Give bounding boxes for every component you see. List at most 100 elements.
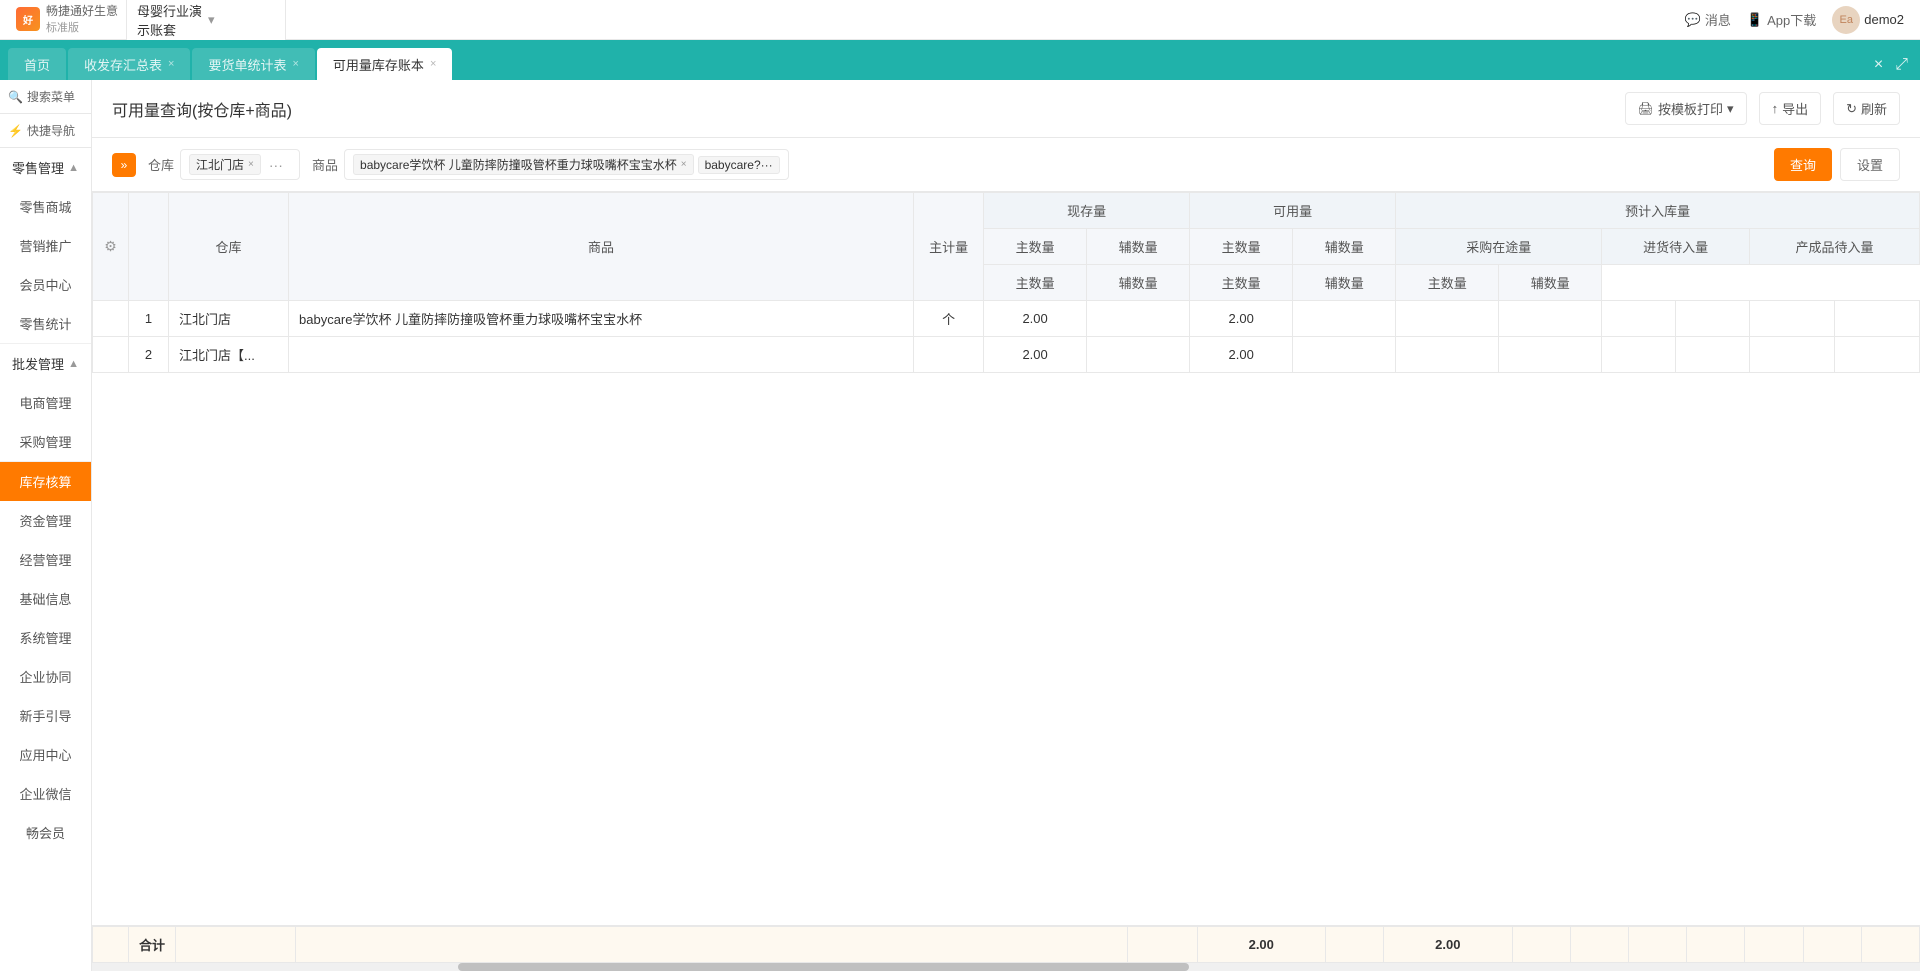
th-main-unit: 主计量 (914, 193, 984, 301)
refresh-btn[interactable]: ↻ 刷新 (1833, 92, 1900, 125)
message-action[interactable]: 💬 消息 (1685, 10, 1731, 29)
template-print-btn[interactable]: 🖨 按模板打印 ▾ (1625, 92, 1747, 125)
cell-goods-aux (1676, 337, 1750, 373)
sidebar-item-retail-mall[interactable]: 零售商城 (0, 187, 91, 226)
footer-table: 合计 2.00 2.00 (92, 926, 1920, 963)
template-print-label: 按模板打印 (1658, 99, 1723, 118)
footer-finished-main (1803, 927, 1861, 963)
sidebar-item-basic-info[interactable]: 基础信息 (0, 579, 91, 618)
sidebar-item-ops-mgmt[interactable]: 经营管理 (0, 540, 91, 579)
th-stock-aux: 辅数量 (1087, 229, 1190, 265)
sidebar-item-member-center[interactable]: 会员中心 (0, 265, 91, 304)
sidebar-item-purchase-mgmt[interactable]: 采购管理 (0, 422, 91, 461)
sidebar-item-app-center[interactable]: 应用中心 (0, 735, 91, 774)
sidebar-item-sys-mgmt[interactable]: 系统管理 (0, 618, 91, 657)
avatar-initials: Ea (1840, 14, 1853, 26)
cell-warehouse: 江北门店【... (169, 337, 289, 373)
avatar: Ea (1832, 6, 1860, 34)
user-profile[interactable]: Ea demo2 (1832, 6, 1904, 34)
export-label: 导出 (1782, 99, 1808, 118)
filter-actions: 查询 设置 (1774, 148, 1900, 181)
sidebar-item-new-guide[interactable]: 新手引导 (0, 696, 91, 735)
export-btn[interactable]: ↑ 导出 (1759, 92, 1822, 125)
tab-order-close-icon[interactable]: × (292, 58, 298, 70)
filter-product-value2: babycare?··· (705, 158, 773, 172)
cell-rownum: 2 (129, 337, 169, 373)
cell-rownum: 1 (129, 301, 169, 337)
sidebar-item-vip-member[interactable]: 畅会员 (0, 813, 91, 852)
cell-purchase-main (1396, 301, 1499, 337)
th-rownum (129, 193, 169, 301)
sidebar-item-enterprise-collab[interactable]: 企业协同 (0, 657, 91, 696)
th-settings[interactable]: ⚙ (93, 193, 129, 301)
app-download-icon: 📱 (1747, 12, 1763, 28)
expand-tabs-btn[interactable]: ⤢ (1891, 54, 1912, 76)
sidebar-group-wholesale: 批发管理 ▲ 电商管理 采购管理 (0, 344, 91, 462)
settings-btn[interactable]: 设置 (1840, 148, 1900, 181)
footer-avail-main: 2.00 (1384, 927, 1512, 963)
tab-home-label: 首页 (24, 55, 50, 74)
footer-purchase-aux (1628, 927, 1686, 963)
th-finished-main: 主数量 (1396, 265, 1499, 301)
table-row: 2江北门店【...2.002.00 (93, 337, 1920, 373)
sidebar-quicknav-label: 快捷导航 (27, 122, 75, 139)
sidebar-group-retail-label: 零售管理 (12, 158, 64, 177)
table-row: 1江北门店babycare学饮杯 儿童防摔防撞吸管杯重力球吸嘴杯宝宝水杯个2.0… (93, 301, 1920, 337)
sidebar-search[interactable]: 🔍 搜索菜单 (0, 80, 91, 114)
sidebar-item-finance-mgmt[interactable]: 资金管理 (0, 501, 91, 540)
chevron-down-icon: ▾ (208, 12, 275, 28)
filter-product1-remove-icon[interactable]: × (681, 159, 687, 170)
cell-goods-main (1602, 337, 1676, 373)
horizontal-scrollbar[interactable] (92, 963, 1920, 971)
user-name: demo2 (1864, 12, 1904, 27)
tab-order-summary[interactable]: 要货单统计表 × (192, 48, 314, 80)
th-finished-pending: 产成品待入量 (1749, 229, 1919, 265)
sidebar-item-ecommerce[interactable]: 电商管理 (0, 383, 91, 422)
footer-cell-unit (1127, 927, 1197, 963)
scroll-thumb[interactable] (458, 963, 1189, 971)
table-settings-icon[interactable]: ⚙ (104, 238, 117, 254)
filter-product-input[interactable]: babycare学饮杯 儿童防摔防撞吸管杯重力球吸嘴杯宝宝水杯 × babyca… (344, 149, 789, 180)
top-bar-right: 💬 消息 📱 App下载 Ea demo2 (1685, 6, 1904, 34)
tab-order-label: 要货单统计表 (208, 55, 286, 74)
query-btn[interactable]: 查询 (1774, 148, 1832, 181)
tab-available-close-icon[interactable]: × (430, 58, 436, 70)
sidebar-item-enterprise-wechat[interactable]: 企业微信 (0, 774, 91, 813)
tenant-selector[interactable]: 母婴行业演示账套 ▾ (126, 0, 286, 44)
sidebar-item-retail-stats[interactable]: 零售统计 (0, 304, 91, 343)
sidebar-group-retail-header[interactable]: 零售管理 ▲ (0, 148, 91, 187)
app-download-action[interactable]: 📱 App下载 (1747, 10, 1816, 29)
tab-receipt-close-icon[interactable]: × (168, 58, 174, 70)
filter-warehouse-more-icon[interactable]: ··· (269, 157, 283, 173)
cell-avail-main: 2.00 (1190, 301, 1293, 337)
filter-warehouse-remove-icon[interactable]: × (248, 159, 254, 170)
sidebar-item-inventory-check[interactable]: 库存核算 (0, 462, 91, 501)
th-purchase-transit: 采购在途量 (1396, 229, 1602, 265)
filter-warehouse-label: 仓库 (148, 155, 174, 174)
sidebar-group-wholesale-label: 批发管理 (12, 354, 64, 373)
tab-available-inventory[interactable]: 可用量库存账本 × (317, 48, 452, 80)
cell-settings (93, 337, 129, 373)
page-header: 可用量查询(按仓库+商品) 🖨 按模板打印 ▾ ↑ 导出 ↻ 刷新 (92, 80, 1920, 138)
sidebar-group-wholesale-header[interactable]: 批发管理 ▲ (0, 344, 91, 383)
app-name: 畅捷通好生意 (46, 4, 118, 18)
cell-warehouse: 江北门店 (169, 301, 289, 337)
nav-tabs: 首页 收发存汇总表 × 要货单统计表 × 可用量库存账本 × × ⤢ (0, 40, 1920, 80)
filter-warehouse-input[interactable]: 江北门店 × ··· (180, 149, 300, 180)
message-icon: 💬 (1685, 12, 1701, 28)
th-planned-in: 预计入库量 (1396, 193, 1920, 229)
tab-home[interactable]: 首页 (8, 48, 66, 80)
sidebar-search-label: 搜索菜单 (27, 88, 75, 105)
th-warehouse: 仓库 (169, 193, 289, 301)
th-goods-aux: 辅数量 (1293, 265, 1396, 301)
sidebar-item-marketing[interactable]: 营销推广 (0, 226, 91, 265)
cell-avail-aux (1293, 301, 1396, 337)
sidebar-quicknav[interactable]: ⚡ 快捷导航 (0, 114, 91, 148)
filter-expand-btn[interactable]: » (112, 153, 136, 177)
th-finished-aux: 辅数量 (1499, 265, 1602, 301)
footer-stock-main: 2.00 (1197, 927, 1325, 963)
tab-receipt-summary[interactable]: 收发存汇总表 × (68, 48, 190, 80)
filter-product-value1: babycare学饮杯 儿童防摔防撞吸管杯重力球吸嘴杯宝宝水杯 (360, 156, 677, 173)
export-icon: ↑ (1772, 101, 1779, 116)
close-all-tabs-btn[interactable]: × (1870, 54, 1887, 76)
